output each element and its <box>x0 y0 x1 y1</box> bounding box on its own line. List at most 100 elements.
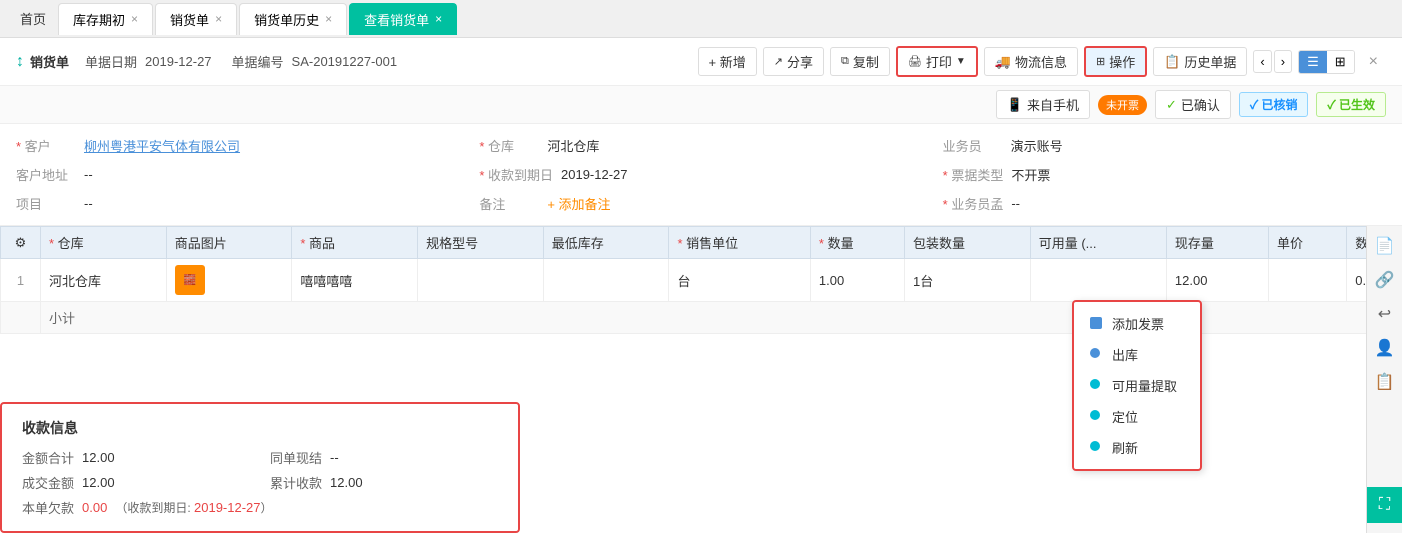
col-qty: 数量 <box>810 227 904 259</box>
project-value: -- <box>84 196 93 211</box>
view-list-button[interactable]: ☰ <box>1299 51 1327 73</box>
locate-label: 定位 <box>1112 407 1138 426</box>
logistics-button[interactable]: 🚚 物流信息 <box>984 47 1078 76</box>
transaction-value: 12.00 <box>82 475 115 490</box>
cumulative-row: 累计收款 12.00 <box>270 473 498 492</box>
cumulative-value: 12.00 <box>330 475 363 490</box>
col-price: 单价 <box>1268 227 1346 259</box>
sidebar-clipboard-icon[interactable]: 📋 <box>1375 372 1395 392</box>
tab-bar: 首页 库存期初 × 销货单 × 销货单历史 × 查看销货单 × <box>0 0 1402 38</box>
outstanding-label: 本单欠款 <box>22 498 74 517</box>
tab-inventory[interactable]: 库存期初 × <box>58 3 153 35</box>
warehouse-label: 仓库 <box>479 136 539 155</box>
confirmed-badge: ✓ 已核销 <box>1239 92 1309 117</box>
tab-home[interactable]: 首页 <box>10 3 56 34</box>
new-button[interactable]: + 新增 <box>698 47 757 76</box>
add-invoice-label: 添加发票 <box>1112 314 1164 333</box>
tab-view-sales[interactable]: 查看销货单 × <box>349 3 457 35</box>
payment-title: 收款信息 <box>22 418 498 438</box>
remark-add-button[interactable]: + 添加备注 <box>547 194 610 213</box>
tab-home-label: 首页 <box>20 9 46 28</box>
outbound-icon <box>1090 348 1104 362</box>
col-settings[interactable]: ⚙ <box>1 227 41 259</box>
available-label: 可用量提取 <box>1112 376 1177 395</box>
logistics-button-label: 物流信息 <box>1015 52 1067 71</box>
prev-button[interactable]: ‹ <box>1253 50 1271 73</box>
row-pack-qty: 1台 <box>905 259 1031 302</box>
customer-value[interactable]: 柳州粤港平安气体有限公司 <box>84 136 240 155</box>
due-date-value: 2019-12-27 <box>561 167 628 182</box>
copy-button-label: 复制 <box>853 52 879 71</box>
refresh-icon <box>1090 441 1104 455</box>
tab-inventory-close[interactable]: × <box>131 12 138 26</box>
row-stock: 12.00 <box>1166 259 1268 302</box>
row-num: 1 <box>1 259 41 302</box>
project-field: 项目 -- <box>16 194 459 213</box>
confirm-label: 已确认 <box>1181 95 1220 114</box>
not-open-badge: 未开票 <box>1098 95 1147 115</box>
staff2-value: -- <box>1011 196 1020 211</box>
project-label: 项目 <box>16 194 76 213</box>
new-button-label: + 新增 <box>709 52 746 71</box>
ticket-type-value: 不开票 <box>1011 165 1050 184</box>
dropdown-menu: 添加发票 出库 可用量提取 定位 <box>1072 300 1202 471</box>
doc-date-label-text: 单据日期 <box>85 52 137 71</box>
tab-view-sales-close[interactable]: × <box>435 12 442 26</box>
outbound-label: 出库 <box>1112 345 1138 364</box>
sidebar-return-icon[interactable]: ↩ <box>1378 304 1391 324</box>
tab-history[interactable]: 销货单历史 × <box>239 3 347 35</box>
tab-inventory-label: 库存期初 <box>73 10 125 29</box>
table-wrapper: ⚙ 仓库 商品图片 商品 规格型号 最低库存 销售单位 数量 包装数量 可用量 … <box>0 226 1402 533</box>
outstanding-note: （收款到期日: 2019-12-27） <box>115 499 272 516</box>
subtotal-empty1 <box>1 302 41 334</box>
tab-history-close[interactable]: × <box>325 12 332 26</box>
doc-meta: 单据日期 2019-12-27 单据编号 SA-20191227-001 <box>85 52 397 71</box>
warehouse-field: 仓库 河北仓库 <box>479 136 922 155</box>
product-image: 🧱 <box>175 265 205 295</box>
doc-header: ↕ 销货单 单据日期 2019-12-27 单据编号 SA-20191227-0… <box>0 38 1402 86</box>
close-button[interactable]: × <box>1361 50 1386 74</box>
address-label: 客户地址 <box>16 165 76 184</box>
sidebar-doc-icon[interactable]: 📄 <box>1375 236 1395 256</box>
tab-sales[interactable]: 销货单 × <box>155 3 237 35</box>
col-min-stock: 最低库存 <box>543 227 669 259</box>
copy-button[interactable]: ⧉ 复制 <box>830 47 890 76</box>
doc-number-value: SA-20191227-001 <box>292 54 398 69</box>
sidebar-expand-icon[interactable]: ⛶ <box>1367 487 1402 523</box>
row-warehouse: 河北仓库 <box>41 259 167 302</box>
logistics-icon: 🚚 <box>995 54 1011 70</box>
row-spec <box>418 259 544 302</box>
operation-button[interactable]: ⊞ 操作 <box>1084 46 1147 77</box>
print-button[interactable]: 🖨 打印 ▼ <box>896 46 978 77</box>
transaction-label: 成交金额 <box>22 473 74 492</box>
warehouse-value: 河北仓库 <box>547 136 599 155</box>
view-grid-button[interactable]: ⊞ <box>1327 51 1354 73</box>
from-phone-button[interactable]: 📱 来自手机 <box>996 90 1090 119</box>
staff-value: 演示账号 <box>1011 136 1063 155</box>
address-field: 客户地址 -- <box>16 165 459 184</box>
tab-view-sales-label: 查看销货单 <box>364 10 429 29</box>
toolbar: + 新增 ↗ 分享 ⧉ 复制 🖨 打印 ▼ 🚚 物流信息 ⊞ 操作 <box>698 46 1386 77</box>
row-product: 嘻嘻嘻嘻 <box>292 259 418 302</box>
table-row: 1 河北仓库 🧱 嘻嘻嘻嘻 台 1.00 1台 12.00 0. <box>1 259 1402 302</box>
sidebar-link-icon[interactable]: 🔗 <box>1375 270 1395 290</box>
sidebar-user-icon[interactable]: 👤 <box>1375 338 1395 358</box>
dropdown-add-invoice[interactable]: 添加发票 <box>1074 308 1200 339</box>
same-order-value: -- <box>330 450 339 465</box>
share-button[interactable]: ↗ 分享 <box>763 47 824 76</box>
dropdown-refresh[interactable]: 刷新 <box>1074 432 1200 463</box>
col-pack-qty: 包装数量 <box>905 227 1031 259</box>
nav-arrows: ‹ › <box>1253 50 1292 73</box>
row-qty: 1.00 <box>810 259 904 302</box>
ticket-type-label: 票据类型 <box>943 165 1004 184</box>
dropdown-outbound[interactable]: 出库 <box>1074 339 1200 370</box>
row-available <box>1030 259 1166 302</box>
confirm-button[interactable]: ✓ 已确认 <box>1155 90 1231 119</box>
dropdown-available[interactable]: 可用量提取 <box>1074 370 1200 401</box>
next-button[interactable]: › <box>1274 50 1292 73</box>
history-button[interactable]: 📋 历史单据 <box>1153 47 1247 76</box>
staff-field: 业务员 演示账号 <box>943 136 1386 155</box>
tab-sales-close[interactable]: × <box>215 12 222 26</box>
dropdown-locate[interactable]: 定位 <box>1074 401 1200 432</box>
staff-label: 业务员 <box>943 136 1003 155</box>
